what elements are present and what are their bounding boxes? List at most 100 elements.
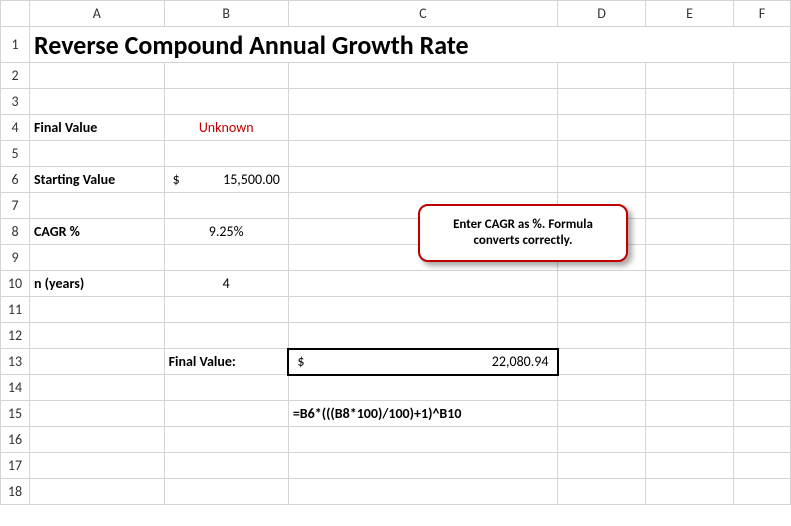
select-all-corner[interactable]: [1, 1, 30, 27]
cell-C3[interactable]: [288, 89, 557, 115]
cell-D14[interactable]: [558, 375, 646, 401]
cell-E12[interactable]: [646, 323, 734, 349]
row-header-18[interactable]: 18: [1, 479, 30, 505]
cell-C4[interactable]: [288, 115, 557, 141]
cell-D2[interactable]: [558, 63, 646, 89]
row-header-16[interactable]: 16: [1, 427, 30, 453]
cell-C17[interactable]: [288, 453, 557, 479]
col-header-A[interactable]: A: [29, 1, 164, 27]
cell-F13[interactable]: [734, 349, 791, 375]
cell-A3[interactable]: [29, 89, 164, 115]
cell-C18[interactable]: [288, 479, 557, 505]
row-header-17[interactable]: 17: [1, 453, 30, 479]
col-header-B[interactable]: B: [164, 1, 288, 27]
cell-A9[interactable]: [29, 245, 164, 271]
cell-B9[interactable]: [164, 245, 288, 271]
cell-B18[interactable]: [164, 479, 288, 505]
cell-C16[interactable]: [288, 427, 557, 453]
cell-B2[interactable]: [164, 63, 288, 89]
value-starting-value[interactable]: $ 15,500.00: [164, 167, 288, 193]
cell-E4[interactable]: [646, 115, 734, 141]
row-header-12[interactable]: 12: [1, 323, 30, 349]
cell-D4[interactable]: [558, 115, 646, 141]
cell-D17[interactable]: [558, 453, 646, 479]
row-header-8[interactable]: 8: [1, 219, 30, 245]
cell-F14[interactable]: [734, 375, 791, 401]
cell-E2[interactable]: [646, 63, 734, 89]
cell-E5[interactable]: [646, 141, 734, 167]
cell-B16[interactable]: [164, 427, 288, 453]
cell-E7[interactable]: [646, 193, 734, 219]
cell-B15[interactable]: [164, 401, 288, 427]
cell-A11[interactable]: [29, 297, 164, 323]
cell-F17[interactable]: [734, 453, 791, 479]
cell-A14[interactable]: [29, 375, 164, 401]
cell-F6[interactable]: [734, 167, 791, 193]
cell-F11[interactable]: [734, 297, 791, 323]
cell-A2[interactable]: [29, 63, 164, 89]
row-header-6[interactable]: 6: [1, 167, 30, 193]
cell-D16[interactable]: [558, 427, 646, 453]
cell-B11[interactable]: [164, 297, 288, 323]
row-header-1[interactable]: 1: [1, 27, 30, 63]
row-header-4[interactable]: 4: [1, 115, 30, 141]
cell-C12[interactable]: [288, 323, 557, 349]
cell-B7[interactable]: [164, 193, 288, 219]
col-header-F[interactable]: F: [734, 1, 791, 27]
cell-E15[interactable]: [646, 401, 734, 427]
row-header-14[interactable]: 14: [1, 375, 30, 401]
cell-D3[interactable]: [558, 89, 646, 115]
cell-D13[interactable]: [558, 349, 646, 375]
cell-F7[interactable]: [734, 193, 791, 219]
label-cagr[interactable]: CAGR %: [29, 219, 164, 245]
value-cagr[interactable]: 9.25%: [164, 219, 288, 245]
cell-E14[interactable]: [646, 375, 734, 401]
cell-C10[interactable]: [288, 271, 557, 297]
label-starting-value[interactable]: Starting Value: [29, 167, 164, 193]
cell-E3[interactable]: [646, 89, 734, 115]
row-header-3[interactable]: 3: [1, 89, 30, 115]
cell-B3[interactable]: [164, 89, 288, 115]
cell-C2[interactable]: [288, 63, 557, 89]
cell-A18[interactable]: [29, 479, 164, 505]
formula-text[interactable]: =B6*(((B8*100)/100)+1)^B10: [288, 401, 557, 427]
row-header-7[interactable]: 7: [1, 193, 30, 219]
cell-E17[interactable]: [646, 453, 734, 479]
cell-E6[interactable]: [646, 167, 734, 193]
row-header-13[interactable]: 13: [1, 349, 30, 375]
cell-E9[interactable]: [646, 245, 734, 271]
cell-D11[interactable]: [558, 297, 646, 323]
row-header-9[interactable]: 9: [1, 245, 30, 271]
value-final-result[interactable]: $ 22,080.94: [288, 349, 557, 375]
cell-E8[interactable]: [646, 219, 734, 245]
cell-D6[interactable]: [558, 167, 646, 193]
cell-A5[interactable]: [29, 141, 164, 167]
cell-B5[interactable]: [164, 141, 288, 167]
cell-F12[interactable]: [734, 323, 791, 349]
cell-F10[interactable]: [734, 271, 791, 297]
row-header-15[interactable]: 15: [1, 401, 30, 427]
cell-F2[interactable]: [734, 63, 791, 89]
row-header-2[interactable]: 2: [1, 63, 30, 89]
cell-C11[interactable]: [288, 297, 557, 323]
cell-F8[interactable]: [734, 219, 791, 245]
cell-E11[interactable]: [646, 297, 734, 323]
col-header-C[interactable]: C: [288, 1, 557, 27]
label-n-years[interactable]: n (years): [29, 271, 164, 297]
cell-B14[interactable]: [164, 375, 288, 401]
cell-A13[interactable]: [29, 349, 164, 375]
cell-F16[interactable]: [734, 427, 791, 453]
col-header-E[interactable]: E: [646, 1, 734, 27]
cell-F5[interactable]: [734, 141, 791, 167]
cell-D15[interactable]: [558, 401, 646, 427]
col-header-D[interactable]: D: [558, 1, 646, 27]
cell-D5[interactable]: [558, 141, 646, 167]
cell-E16[interactable]: [646, 427, 734, 453]
cell-C6[interactable]: [288, 167, 557, 193]
cell-B17[interactable]: [164, 453, 288, 479]
value-final-value-status[interactable]: Unknown: [164, 115, 288, 141]
cell-F9[interactable]: [734, 245, 791, 271]
cell-D18[interactable]: [558, 479, 646, 505]
label-final-value-result[interactable]: Final Value:: [164, 349, 288, 375]
cell-A17[interactable]: [29, 453, 164, 479]
